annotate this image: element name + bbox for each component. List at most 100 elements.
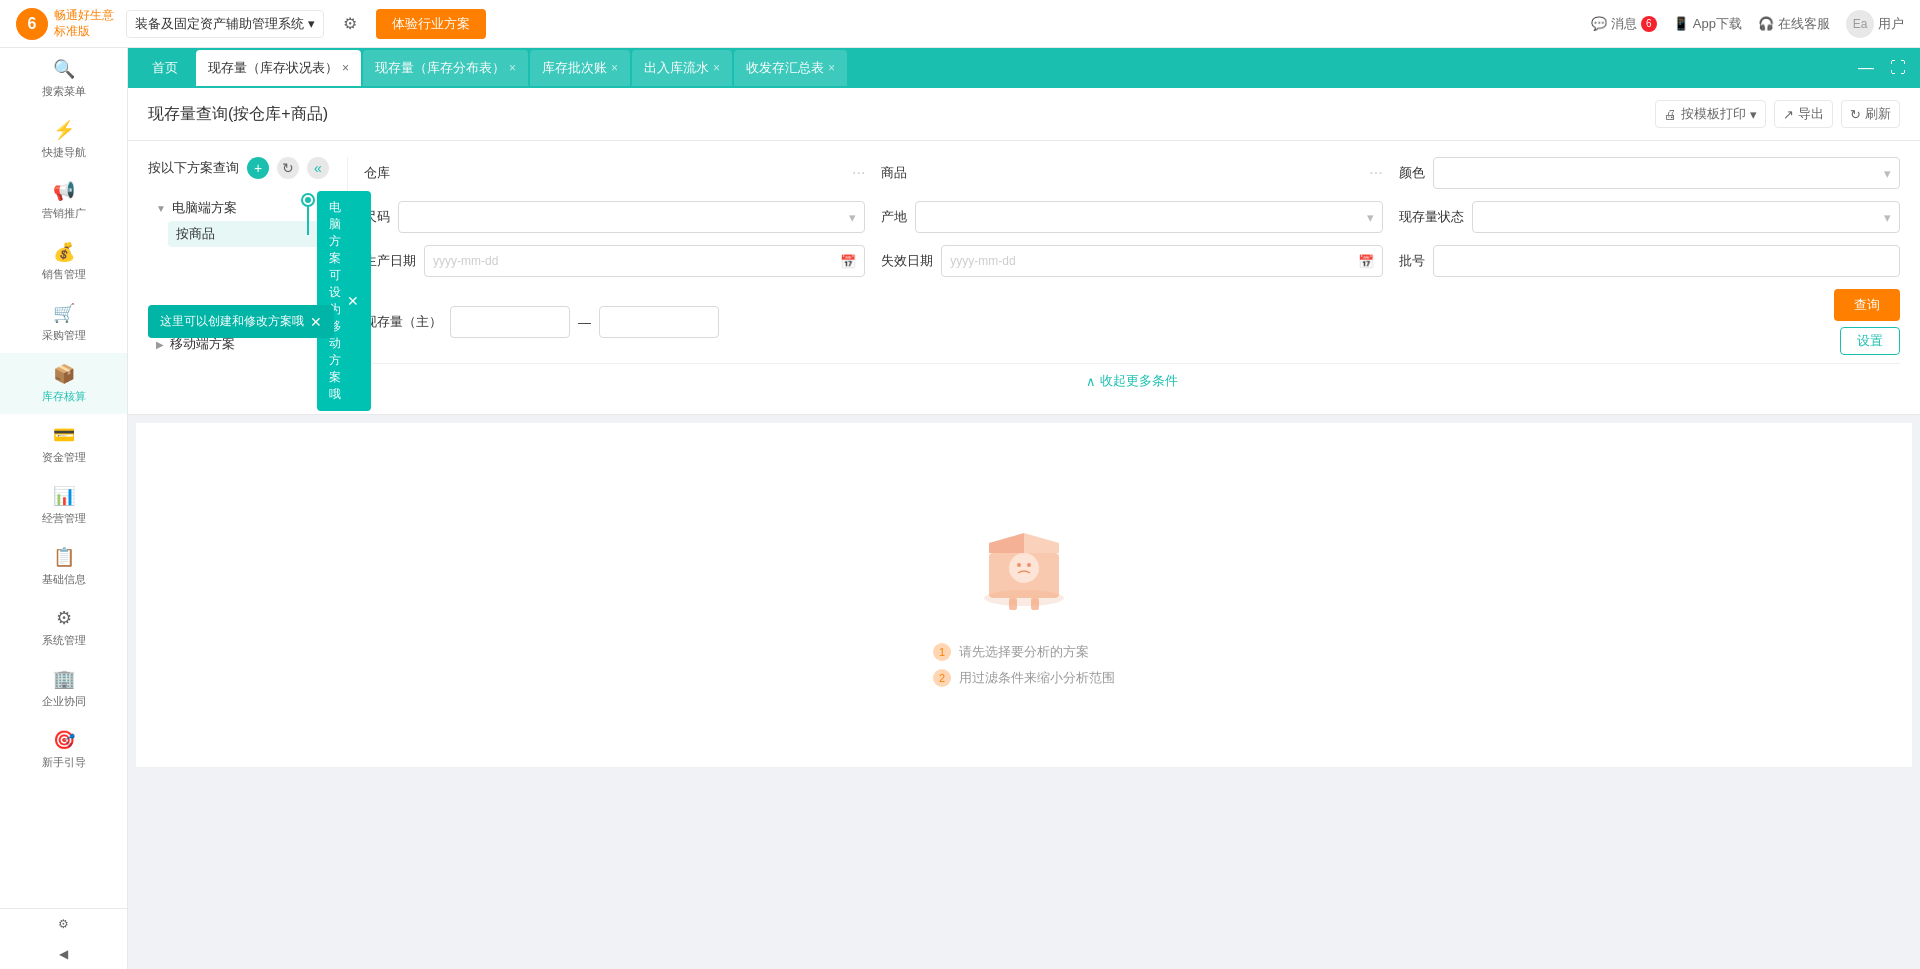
hint-num-2: 2 (933, 669, 951, 687)
filter-goods: 商品 ··· (881, 164, 1382, 182)
size-select[interactable]: ▾ (398, 201, 865, 233)
sidebar-item-purchase[interactable]: 🛒 采购管理 (0, 292, 127, 353)
inventory-icon: 📦 (53, 363, 75, 385)
tooltip-dot (303, 195, 313, 205)
sidebar-item-system[interactable]: ⚙ 系统管理 (0, 597, 127, 658)
filter-row-3: 生产日期 yyyy-mm-dd 📅 失效日期 yyyy-mm (364, 245, 1900, 277)
sidebar-item-enterprise[interactable]: 🏢 企业协同 (0, 658, 127, 719)
production-date-label: 生产日期 (364, 252, 416, 270)
scheme-panel: 按以下方案查询 + ↻ « (148, 157, 348, 398)
service-icon: 🎧 (1758, 16, 1774, 31)
sidebar: 🔍 搜索菜单 ⚡ 快捷导航 📢 营销推广 💰 销售管理 🛒 采购管理 📦 (0, 48, 128, 969)
trial-button[interactable]: 体验行业方案 (376, 9, 486, 39)
svg-rect-8 (1031, 598, 1039, 610)
tab-collapse-btn[interactable]: — (1852, 54, 1880, 82)
chevron-down-icon: ▾ (1750, 107, 1757, 122)
system-selector[interactable]: 装备及固定资产辅助管理系统 ▾ (126, 10, 324, 38)
color-select[interactable]: ▾ (1433, 157, 1900, 189)
sidebar-item-finance[interactable]: 💳 资金管理 (0, 414, 127, 475)
color-label: 颜色 (1399, 164, 1425, 182)
tooltip2-close[interactable]: ✕ (310, 314, 322, 330)
tab-close-icon[interactable]: × (828, 61, 835, 75)
collapse-icon: ◀ (59, 947, 68, 961)
set-button[interactable]: 设置 (1840, 327, 1900, 355)
sidebar-collapse-btn[interactable]: ◀ (0, 939, 127, 969)
batch-no-label: 批号 (1399, 252, 1425, 270)
sidebar-bottom: ⚙ ◀ (0, 908, 127, 969)
tab-close-icon[interactable]: × (342, 61, 349, 75)
query-button[interactable]: 查询 (1834, 289, 1900, 321)
logo-area: 6 畅通好生意 标准版 (16, 8, 114, 40)
top-bar-right: 💬 消息 6 📱 App下载 🎧 在线客服 Ea 用户 (1591, 10, 1904, 38)
batch-no-input[interactable] (1433, 245, 1900, 277)
svg-point-4 (1009, 553, 1039, 583)
stock-main-min[interactable] (450, 306, 570, 338)
message-badge: 6 (1641, 16, 1657, 32)
sidebar-item-operations[interactable]: 📊 经营管理 (0, 475, 127, 536)
tooltip1-close[interactable]: ✕ (347, 293, 359, 309)
tab-batch-ledger[interactable]: 库存批次账 × (530, 50, 630, 86)
message-button[interactable]: 💬 消息 6 (1591, 15, 1657, 33)
back-arrow-icon: « (314, 160, 322, 176)
sidebar-item-basic-info[interactable]: 📋 基础信息 (0, 536, 127, 597)
print-button[interactable]: 🖨 按模板打印 ▾ (1655, 100, 1766, 128)
tab-close-icon[interactable]: × (611, 61, 618, 75)
refresh-icon: ↻ (282, 160, 294, 176)
download-icon: 📱 (1673, 16, 1689, 31)
stock-main-max[interactable] (599, 306, 719, 338)
sidebar-item-guide[interactable]: 🎯 新手引导 (0, 719, 127, 780)
app-download-button[interactable]: 📱 App下载 (1673, 15, 1742, 33)
refresh-scheme-btn[interactable]: ↻ (277, 157, 299, 179)
page-header: 现存量查询(按仓库+商品) 🖨 按模板打印 ▾ ↗ 导出 ↻ (128, 88, 1920, 141)
sidebar-item-quick-nav[interactable]: ⚡ 快捷导航 (0, 109, 127, 170)
svg-point-6 (1027, 563, 1031, 567)
tab-inventory-dist[interactable]: 现存量（库存分布表） × (363, 50, 528, 86)
empty-illustration (964, 503, 1084, 623)
tab-home[interactable]: 首页 (136, 48, 194, 88)
filter-production-date: 生产日期 yyyy-mm-dd 📅 (364, 245, 865, 277)
guide-icon: 🎯 (53, 729, 75, 751)
origin-select[interactable]: ▾ (915, 201, 1382, 233)
sidebar-settings-btn[interactable]: ⚙ (0, 909, 127, 939)
production-date-input[interactable]: yyyy-mm-dd 📅 (424, 245, 865, 277)
chevron-down-icon: ▾ (308, 16, 315, 31)
online-service-button[interactable]: 🎧 在线客服 (1758, 15, 1830, 33)
tab-fullscreen-btn[interactable]: ⛶ (1884, 54, 1912, 82)
tab-inventory-status[interactable]: 现存量（库存状况表） × (196, 50, 361, 86)
enterprise-icon: 🏢 (53, 668, 75, 690)
svg-rect-7 (1009, 598, 1017, 610)
chevron-down-icon: ▾ (1884, 166, 1891, 181)
empty-state: 1 请先选择要分析的方案 2 用过滤条件来缩小分析范围 (136, 423, 1912, 767)
tab-close-icon[interactable]: × (509, 61, 516, 75)
content-area: 首页 现存量（库存状况表） × 现存量（库存分布表） × 库存批次账 × 出入库… (128, 48, 1920, 969)
tab-flow[interactable]: 出入库流水 × (632, 50, 732, 86)
dash: — (578, 315, 591, 330)
empty-hints: 1 请先选择要分析的方案 2 用过滤条件来缩小分析范围 (933, 643, 1115, 687)
stock-status-label: 现存量状态 (1399, 208, 1464, 226)
top-bar-left: 6 畅通好生意 标准版 装备及固定资产辅助管理系统 ▾ ⚙ 体验行业方案 (16, 8, 486, 40)
stock-status-select[interactable]: ▾ (1472, 201, 1900, 233)
add-scheme-btn[interactable]: + (247, 157, 269, 179)
filter-header: 按以下方案查询 + ↻ « (148, 157, 331, 179)
collapse-btn[interactable]: ∧ 收起更多条件 (364, 363, 1900, 398)
tooltip-create-scheme: 这里可以创建和修改方案哦 ✕ (148, 305, 334, 338)
tab-summary[interactable]: 收发存汇总表 × (734, 50, 847, 86)
lightning-icon: ⚡ (53, 119, 75, 141)
sidebar-item-inventory[interactable]: 📦 库存核算 (0, 353, 127, 414)
arrow-icon: ▼ (156, 203, 166, 214)
sidebar-item-marketing[interactable]: 📢 营销推广 (0, 170, 127, 231)
back-scheme-btn[interactable]: « (307, 157, 329, 179)
expiry-date-input[interactable]: yyyy-mm-dd 📅 (941, 245, 1382, 277)
filter-fields: 仓库 ··· 商品 ··· 颜色 (364, 157, 1900, 398)
plus-icon: + (254, 160, 262, 176)
refresh-button[interactable]: ↻ 刷新 (1841, 100, 1900, 128)
sidebar-item-search-menu[interactable]: 🔍 搜索菜单 (0, 48, 127, 109)
tab-close-icon[interactable]: × (713, 61, 720, 75)
export-button[interactable]: ↗ 导出 (1774, 100, 1833, 128)
settings-icon[interactable]: ⚙ (336, 10, 364, 38)
user-area[interactable]: Ea 用户 (1846, 10, 1904, 38)
sidebar-item-sales[interactable]: 💰 销售管理 (0, 231, 127, 292)
logo-text: 畅通好生意 标准版 (54, 8, 114, 39)
print-icon: 🖨 (1664, 107, 1677, 122)
hint-num-1: 1 (933, 643, 951, 661)
